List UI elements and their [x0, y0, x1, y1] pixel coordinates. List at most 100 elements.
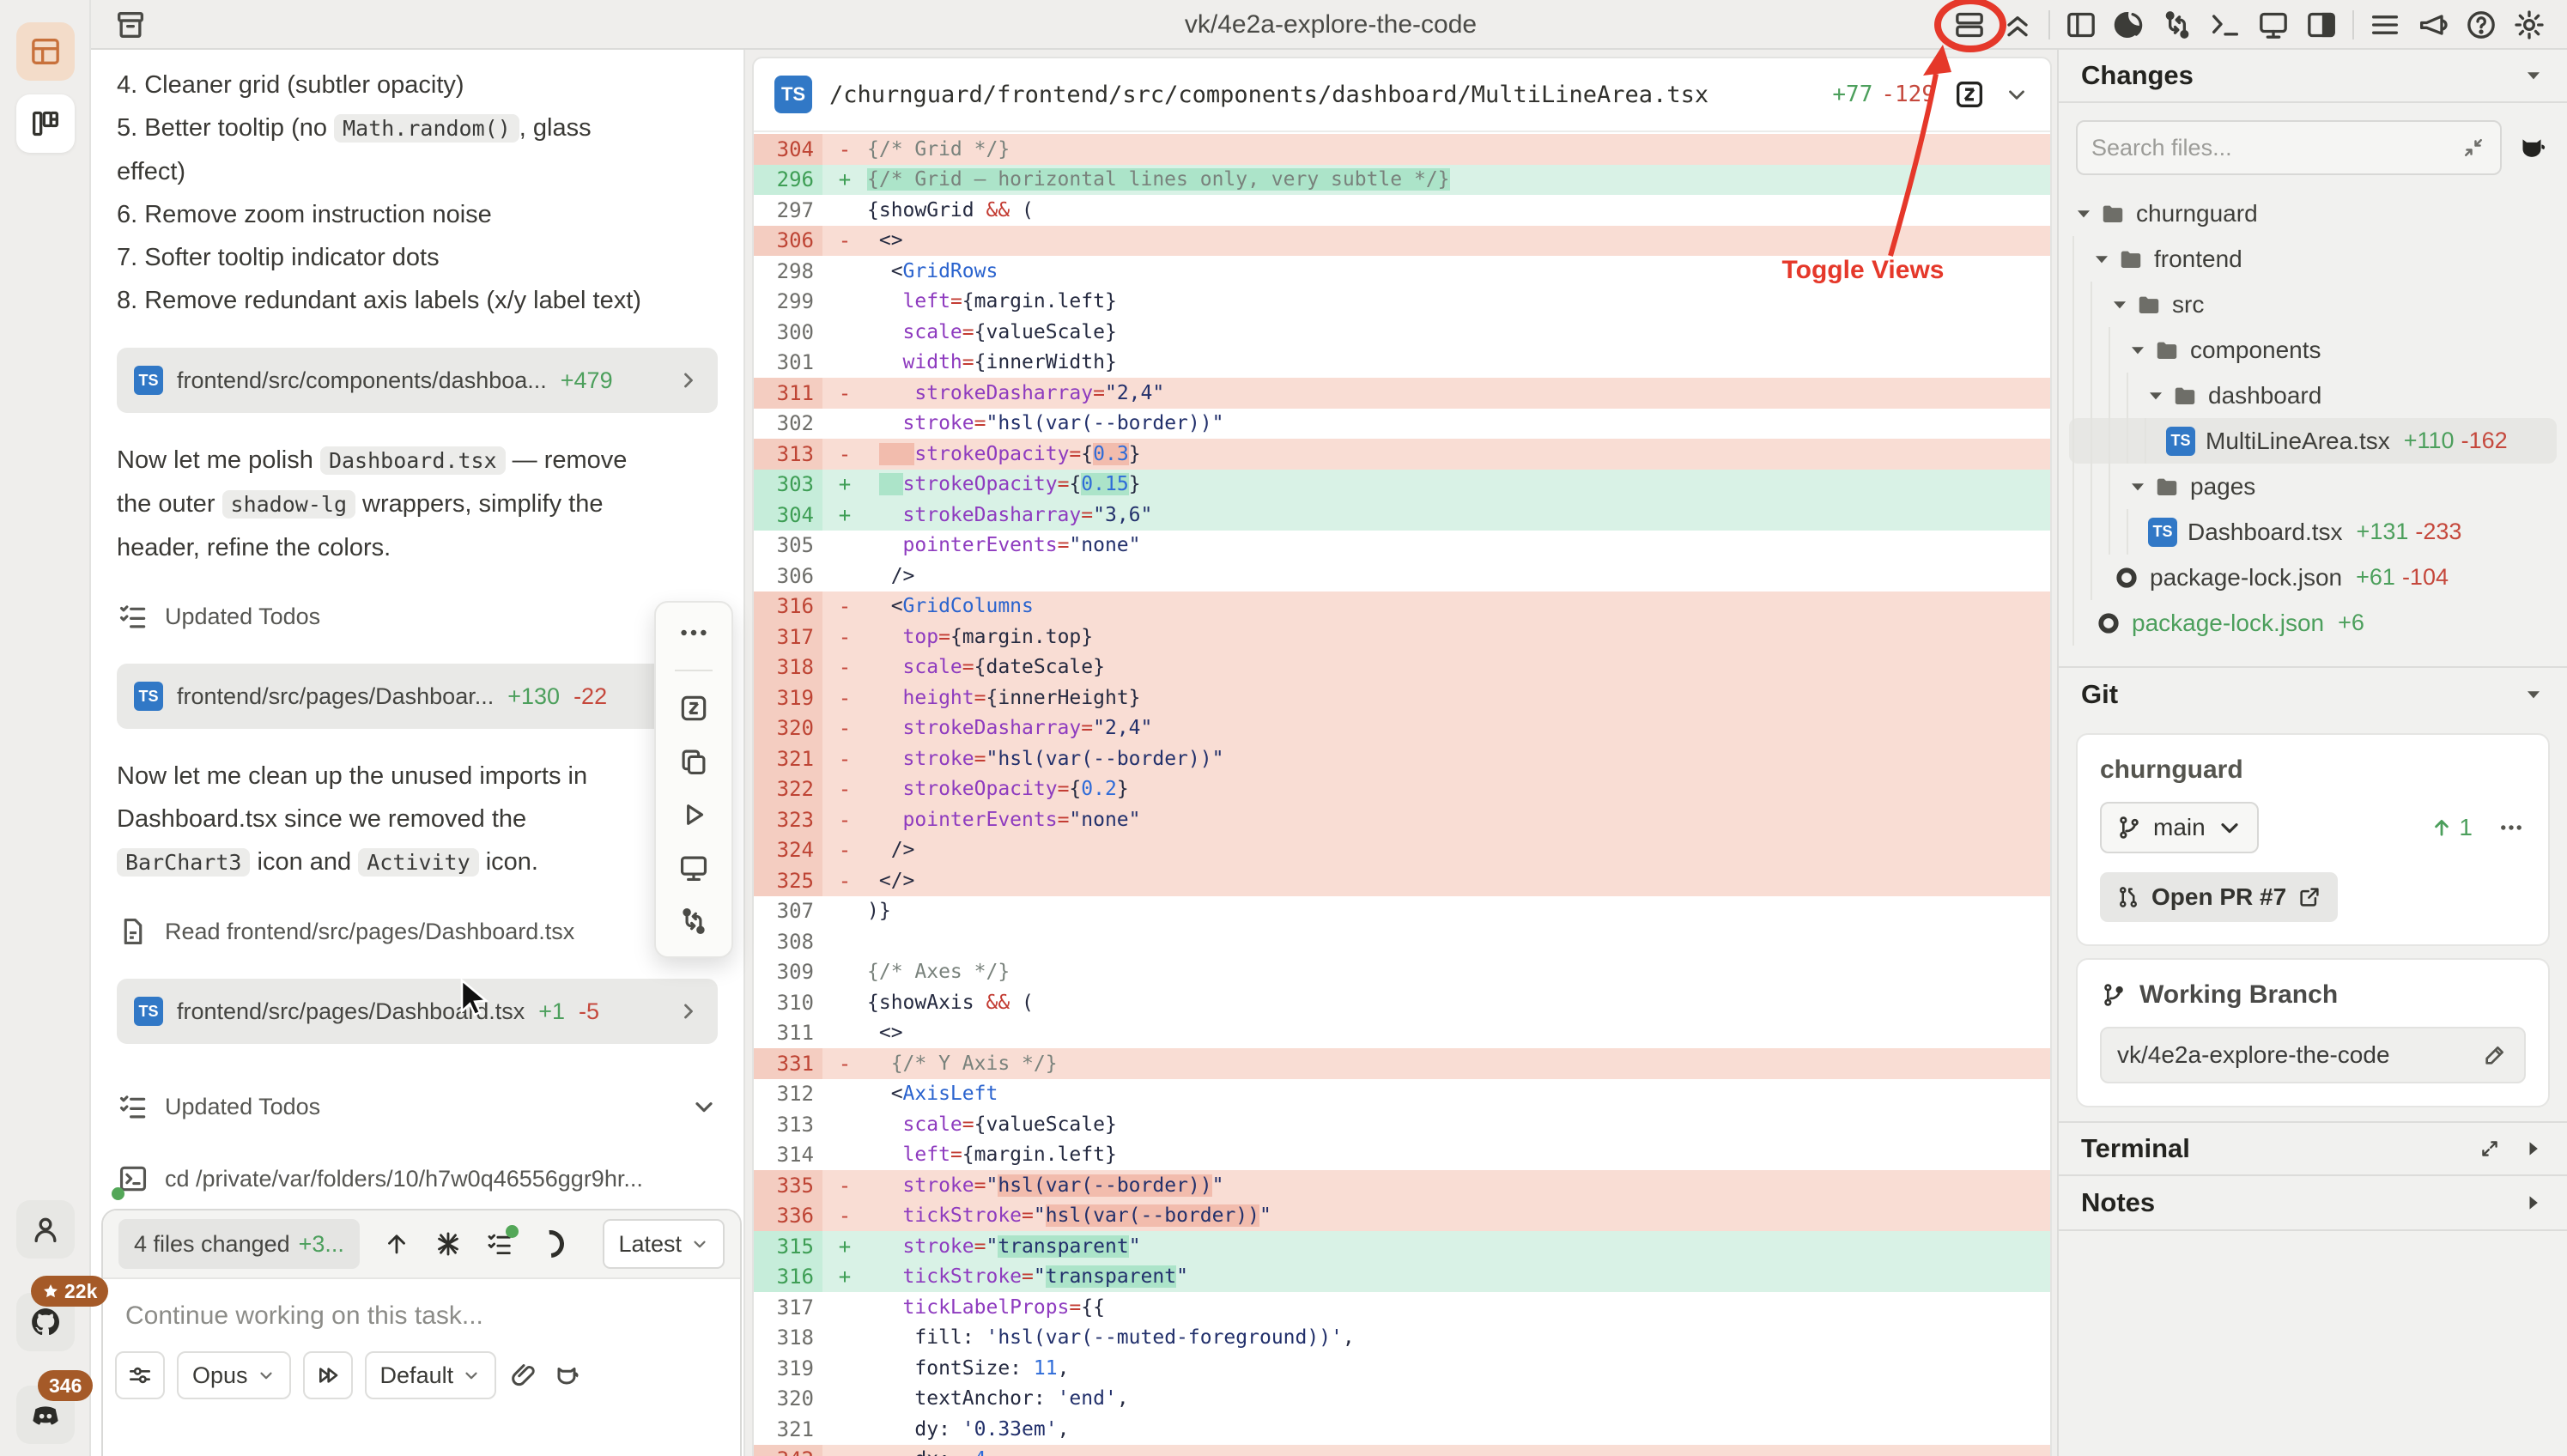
diff-line[interactable]: 296+{/* Grid — horizontal lines only, ve… — [754, 165, 2050, 196]
panel-right-icon[interactable] — [2304, 8, 2339, 42]
message-input[interactable]: Continue working on this task... — [103, 1279, 740, 1331]
pencil-icon[interactable] — [2481, 1041, 2509, 1069]
diff-line[interactable]: 319- height={innerHeight} — [754, 682, 2050, 713]
tree-item-dashboard[interactable]: dashboard — [2072, 373, 2553, 418]
diff-line[interactable]: 320- strokeDasharray="2,4" — [754, 713, 2050, 744]
diff-line[interactable]: 319 fontSize: 11, — [754, 1353, 2050, 1384]
monitor-icon[interactable] — [677, 852, 710, 884]
terminal-icon[interactable] — [2208, 8, 2242, 42]
tool-call-row[interactable]: Updated Todos — [117, 595, 718, 638]
diff-line[interactable]: 322- strokeOpacity={0.2} — [754, 774, 2050, 805]
git-section-header[interactable]: Git — [2059, 668, 2567, 721]
more-options-icon[interactable] — [2497, 813, 2526, 842]
diff-line[interactable]: 342- dx: -4, — [754, 1445, 2050, 1456]
diff-line[interactable]: 315+ stroke="transparent" — [754, 1231, 2050, 1262]
tree-item-MultiLineArea.tsx[interactable]: TSMultiLineArea.tsx+110-162 — [2072, 418, 2553, 464]
terminal-section-header[interactable]: Terminal — [2059, 1121, 2567, 1176]
attachment-icon[interactable] — [508, 1360, 539, 1391]
tool-call-row[interactable]: Updated Todos — [117, 1085, 718, 1128]
collapse-tree-icon[interactable] — [2461, 135, 2486, 161]
caret-down-icon[interactable] — [2145, 385, 2167, 407]
asterisk-icon[interactable] — [434, 1229, 463, 1259]
tree-item-package-lock.json[interactable]: package-lock.json+6 — [2072, 600, 2553, 646]
file-change-chip[interactable]: TSfrontend/src/pages/Dashboard.tsx+1-5 — [117, 979, 718, 1044]
version-dropdown[interactable]: Latest — [603, 1219, 725, 1269]
diff-line[interactable]: 318- scale={dateScale} — [754, 652, 2050, 683]
diff-line[interactable]: 323- pointerEvents="none" — [754, 804, 2050, 835]
diff-line[interactable]: 311 <> — [754, 1018, 2050, 1049]
tree-item-src[interactable]: src — [2072, 282, 2553, 327]
diff-line[interactable]: 335- stroke="hsl(var(--border))" — [754, 1170, 2050, 1201]
tool-call-row[interactable]: Read frontend/src/pages/Dashboard.tsx — [117, 910, 718, 953]
diff-line[interactable]: 331- {/* Y Axis */} — [754, 1048, 2050, 1079]
tree-item-pages[interactable]: pages — [2072, 464, 2553, 509]
diff-view-icon[interactable] — [1952, 77, 1987, 112]
diff-line[interactable]: 297{showGrid && ( — [754, 195, 2050, 226]
diff-line[interactable]: 314 left={margin.left} — [754, 1140, 2050, 1171]
mode-dropdown[interactable]: Default — [365, 1351, 497, 1399]
caret-down-icon[interactable] — [2127, 476, 2149, 498]
help-icon[interactable] — [2464, 8, 2498, 42]
caret-down-icon[interactable] — [2091, 248, 2113, 270]
toggle-views-icon[interactable] — [1952, 8, 1987, 42]
diff-line[interactable]: 307)} — [754, 896, 2050, 927]
expand-icon[interactable] — [2478, 1137, 2502, 1161]
megaphone-icon[interactable] — [2416, 8, 2450, 42]
diff-line[interactable]: 316- <GridColumns — [754, 592, 2050, 622]
git-compare-icon[interactable] — [677, 905, 710, 937]
files-changed-chip[interactable]: 4 files changed +3... — [118, 1219, 360, 1269]
settings-gear-icon[interactable] — [2512, 8, 2546, 42]
commits-ahead[interactable]: 1 — [2430, 814, 2473, 841]
menu-icon[interactable] — [2368, 8, 2402, 42]
tree-item-components[interactable]: components — [2072, 327, 2553, 373]
tool-call-row[interactable]: cd /private/var/folders/10/h7w0q46556ggr… — [117, 1157, 718, 1200]
branch-dropdown[interactable]: main — [2100, 802, 2259, 853]
diff-line[interactable]: 299 left={margin.left} — [754, 287, 2050, 318]
diff-line[interactable]: 302 stroke="hsl(var(--border))" — [754, 409, 2050, 440]
notes-section-header[interactable]: Notes — [2059, 1176, 2567, 1231]
diff-line[interactable]: 303+ strokeOpacity={0.15} — [754, 470, 2050, 500]
rail-item-board[interactable] — [16, 94, 75, 153]
monitor-icon[interactable] — [2256, 8, 2291, 42]
diff-line[interactable]: 304+ strokeDasharray="3,6" — [754, 500, 2050, 531]
diff-line[interactable]: 313 scale={valueScale} — [754, 1109, 2050, 1140]
diff-line[interactable]: 301 width={innerWidth} — [754, 348, 2050, 379]
chevron-down-icon[interactable] — [690, 1093, 718, 1120]
diff-line[interactable]: 312 <AxisLeft — [754, 1079, 2050, 1110]
diff-line[interactable]: 300 scale={valueScale} — [754, 317, 2050, 348]
caret-down-icon[interactable] — [2072, 203, 2095, 225]
model-dropdown[interactable]: Opus — [177, 1351, 291, 1399]
diff-view-icon[interactable] — [677, 692, 710, 725]
search-files-input[interactable]: Search files... — [2076, 120, 2502, 175]
diff-line[interactable]: 324- /> — [754, 835, 2050, 866]
tree-item-frontend[interactable]: frontend — [2072, 236, 2553, 282]
diff-line[interactable]: 321- stroke="hsl(var(--border))" — [754, 743, 2050, 774]
collapse-all-icon[interactable] — [2000, 8, 2035, 42]
diff-line[interactable]: 305 pointerEvents="none" — [754, 531, 2050, 561]
cat-icon[interactable] — [551, 1360, 582, 1391]
diff-line[interactable]: 308 — [754, 926, 2050, 957]
changes-section-header[interactable]: Changes — [2059, 50, 2567, 103]
diff-line[interactable]: 316+ tickStroke="transparent" — [754, 1262, 2050, 1293]
fast-forward-button[interactable] — [303, 1351, 353, 1399]
file-change-chip[interactable]: TSfrontend/src/pages/Dashboar...+130-22 — [117, 664, 718, 729]
diff-line[interactable]: 309{/* Axes */} — [754, 957, 2050, 988]
file-change-chip[interactable]: TSfrontend/src/components/dashboa...+479 — [117, 348, 718, 413]
chevron-down-icon[interactable] — [2004, 82, 2030, 107]
caret-down-icon[interactable] — [2127, 339, 2149, 361]
copy-icon[interactable] — [677, 745, 710, 778]
open-pr-button[interactable]: Open PR #7 — [2100, 872, 2338, 922]
diff-line[interactable]: 336- tickStroke="hsl(var(--border))" — [754, 1201, 2050, 1232]
rail-item-chat[interactable] — [16, 22, 75, 81]
more-options-icon[interactable] — [677, 616, 710, 649]
diff-line[interactable]: 311- strokeDasharray="2,4" — [754, 378, 2050, 409]
diff-line[interactable]: 317 tickLabelProps={{ — [754, 1292, 2050, 1323]
settings-sliders-button[interactable] — [115, 1351, 165, 1399]
working-branch-input[interactable]: vk/4e2a-explore-the-code — [2100, 1027, 2526, 1083]
theme-contrast-icon[interactable] — [2112, 8, 2146, 42]
diff-line[interactable]: 321 dy: '0.33em', — [754, 1414, 2050, 1445]
archive-icon[interactable] — [113, 8, 148, 42]
cat-icon[interactable] — [2514, 130, 2550, 166]
diff-line[interactable]: 306 /> — [754, 561, 2050, 592]
diff-line[interactable]: 325- </> — [754, 865, 2050, 896]
